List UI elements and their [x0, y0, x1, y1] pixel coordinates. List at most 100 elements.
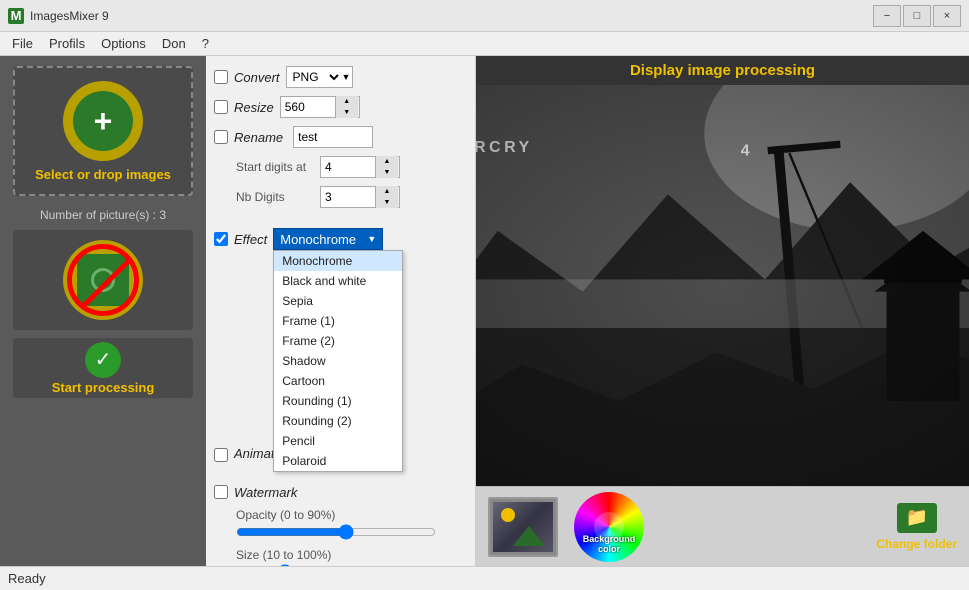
nb-digits-spinner: ▲ ▼: [320, 186, 400, 208]
resize-checkbox[interactable]: [214, 100, 228, 114]
effect-option-bw[interactable]: Black and white: [274, 271, 402, 291]
start-digits-row: Start digits at ▲ ▼: [214, 154, 467, 180]
effect-checkbox[interactable]: [214, 232, 228, 246]
effect-selected-text: Monochrome: [280, 232, 356, 247]
plus-icon: +: [94, 105, 113, 137]
no-camera-area: [13, 230, 193, 330]
left-panel: + Select or drop images Number of pictur…: [0, 56, 206, 566]
display-title: Display image processing: [476, 56, 969, 85]
menu-bar: File Profils Options Don ?: [0, 32, 969, 56]
change-folder-label: Change folder: [876, 537, 957, 551]
resize-up-btn[interactable]: ▲: [336, 96, 358, 107]
rename-row: Rename: [214, 124, 467, 150]
watermark-label: Watermark: [234, 485, 297, 500]
background-color-label: Background color: [574, 534, 644, 554]
resize-spinner: ▲ ▼: [280, 96, 360, 118]
start-digits-input[interactable]: [321, 157, 376, 177]
no-line: [80, 258, 132, 310]
preview-thumbnail: [488, 497, 558, 557]
drop-area[interactable]: + Select or drop images: [13, 66, 193, 196]
effect-dropdown: Monochrome ▼ Monochrome Black and white …: [273, 228, 383, 250]
start-digits-down[interactable]: ▼: [376, 167, 398, 178]
start-digits-btns: ▲ ▼: [376, 156, 398, 178]
convert-checkbox[interactable]: [214, 70, 228, 84]
nb-digits-down[interactable]: ▼: [376, 197, 398, 208]
close-button[interactable]: ×: [933, 5, 961, 27]
maximize-button[interactable]: □: [903, 5, 931, 27]
effect-option-sepia[interactable]: Sepia: [274, 291, 402, 311]
start-digits-up[interactable]: ▲: [376, 156, 398, 167]
watermark-checkbox[interactable]: [214, 485, 228, 499]
watermark-row: Watermark: [214, 483, 467, 502]
thumb-mountain: [513, 526, 545, 546]
drop-circle-inner: +: [73, 91, 133, 151]
format-dropdown-arrow: ▼: [342, 72, 351, 82]
svg-text:M: M: [11, 8, 22, 23]
format-select[interactable]: PNG JPG BMP TIFF GIF: [287, 67, 342, 87]
opacity1-container: Opacity (0 to 90%): [214, 506, 467, 542]
app-icon: M: [8, 8, 24, 24]
start-processing-button[interactable]: ✓ Start processing: [13, 338, 193, 398]
format-select-wrap: PNG JPG BMP TIFF GIF ▼: [286, 66, 354, 88]
drop-label: Select or drop images: [35, 167, 171, 182]
effect-option-rounding2[interactable]: Rounding (2): [274, 411, 402, 431]
effect-list: Monochrome Black and white Sepia Frame (…: [273, 250, 403, 472]
status-bar: Ready: [0, 566, 969, 590]
thumb-inner: [493, 502, 553, 552]
menu-options[interactable]: Options: [93, 34, 154, 53]
effect-option-frame2[interactable]: Frame (2): [274, 331, 402, 351]
effect-row: Effect Monochrome ▼ Monochrome Black and…: [214, 226, 467, 252]
animated-gif-checkbox[interactable]: [214, 448, 228, 462]
effect-option-monochrome[interactable]: Monochrome: [274, 251, 402, 271]
effect-option-shadow[interactable]: Shadow: [274, 351, 402, 371]
middle-panel: Convert PNG JPG BMP TIFF GIF ▼ Resize ▲: [206, 56, 476, 566]
minimize-button[interactable]: −: [873, 5, 901, 27]
checkmark-icon: ✓: [85, 342, 121, 378]
window-controls: − □ ×: [873, 5, 961, 27]
nb-digits-up[interactable]: ▲: [376, 186, 398, 197]
resize-label: Resize: [234, 100, 274, 115]
effect-option-frame1[interactable]: Frame (1): [274, 311, 402, 331]
size-label: Size (10 to 100%): [236, 548, 467, 562]
menu-help[interactable]: ?: [194, 34, 217, 53]
drop-circle: +: [63, 81, 143, 161]
opacity1-label: Opacity (0 to 90%): [236, 508, 467, 522]
rename-checkbox[interactable]: [214, 130, 228, 144]
color-wheel-button[interactable]: Background color: [574, 492, 644, 562]
effect-label: Effect: [234, 232, 267, 247]
size-slider[interactable]: [236, 564, 436, 566]
start-digits-label: Start digits at: [214, 160, 314, 174]
main-layout: + Select or drop images Number of pictur…: [0, 56, 969, 566]
opacity1-slider[interactable]: [236, 524, 436, 540]
title-bar: M ImagesMixer 9 − □ ×: [0, 0, 969, 32]
change-folder-button[interactable]: 📁 Change folder: [876, 503, 957, 551]
effect-option-cartoon[interactable]: Cartoon: [274, 371, 402, 391]
resize-input[interactable]: [281, 97, 336, 117]
effect-selected[interactable]: Monochrome ▼: [273, 228, 383, 250]
menu-profils[interactable]: Profils: [41, 34, 93, 53]
menu-don[interactable]: Don: [154, 34, 194, 53]
picture-count: Number of picture(s) : 3: [40, 208, 166, 222]
size-slider-row: [236, 564, 467, 566]
preview-svg: FARCRY 4: [476, 85, 969, 486]
convert-label: Convert: [234, 70, 280, 85]
app-title: ImagesMixer 9: [30, 9, 873, 23]
effect-option-pencil[interactable]: Pencil: [274, 431, 402, 451]
rename-input[interactable]: [293, 126, 373, 148]
nb-digits-input[interactable]: [321, 187, 376, 207]
nb-digits-label: Nb Digits: [214, 190, 314, 204]
status-text: Ready: [8, 571, 46, 586]
menu-file[interactable]: File: [4, 34, 41, 53]
nb-digits-btns: ▲ ▼: [376, 186, 398, 208]
size-container: Size (10 to 100%): [214, 546, 467, 566]
effect-option-rounding1[interactable]: Rounding (1): [274, 391, 402, 411]
change-folder-icon: 📁: [897, 503, 937, 533]
no-camera-icon: [63, 240, 143, 320]
thumb-sun: [501, 508, 515, 522]
rename-label: Rename: [234, 130, 283, 145]
resize-down-btn[interactable]: ▼: [336, 107, 358, 118]
resize-spinner-btns: ▲ ▼: [336, 96, 358, 118]
resize-row: Resize ▲ ▼: [214, 94, 467, 120]
image-preview: FARCRY 4: [476, 85, 969, 486]
effect-option-polaroid[interactable]: Polaroid: [274, 451, 402, 471]
